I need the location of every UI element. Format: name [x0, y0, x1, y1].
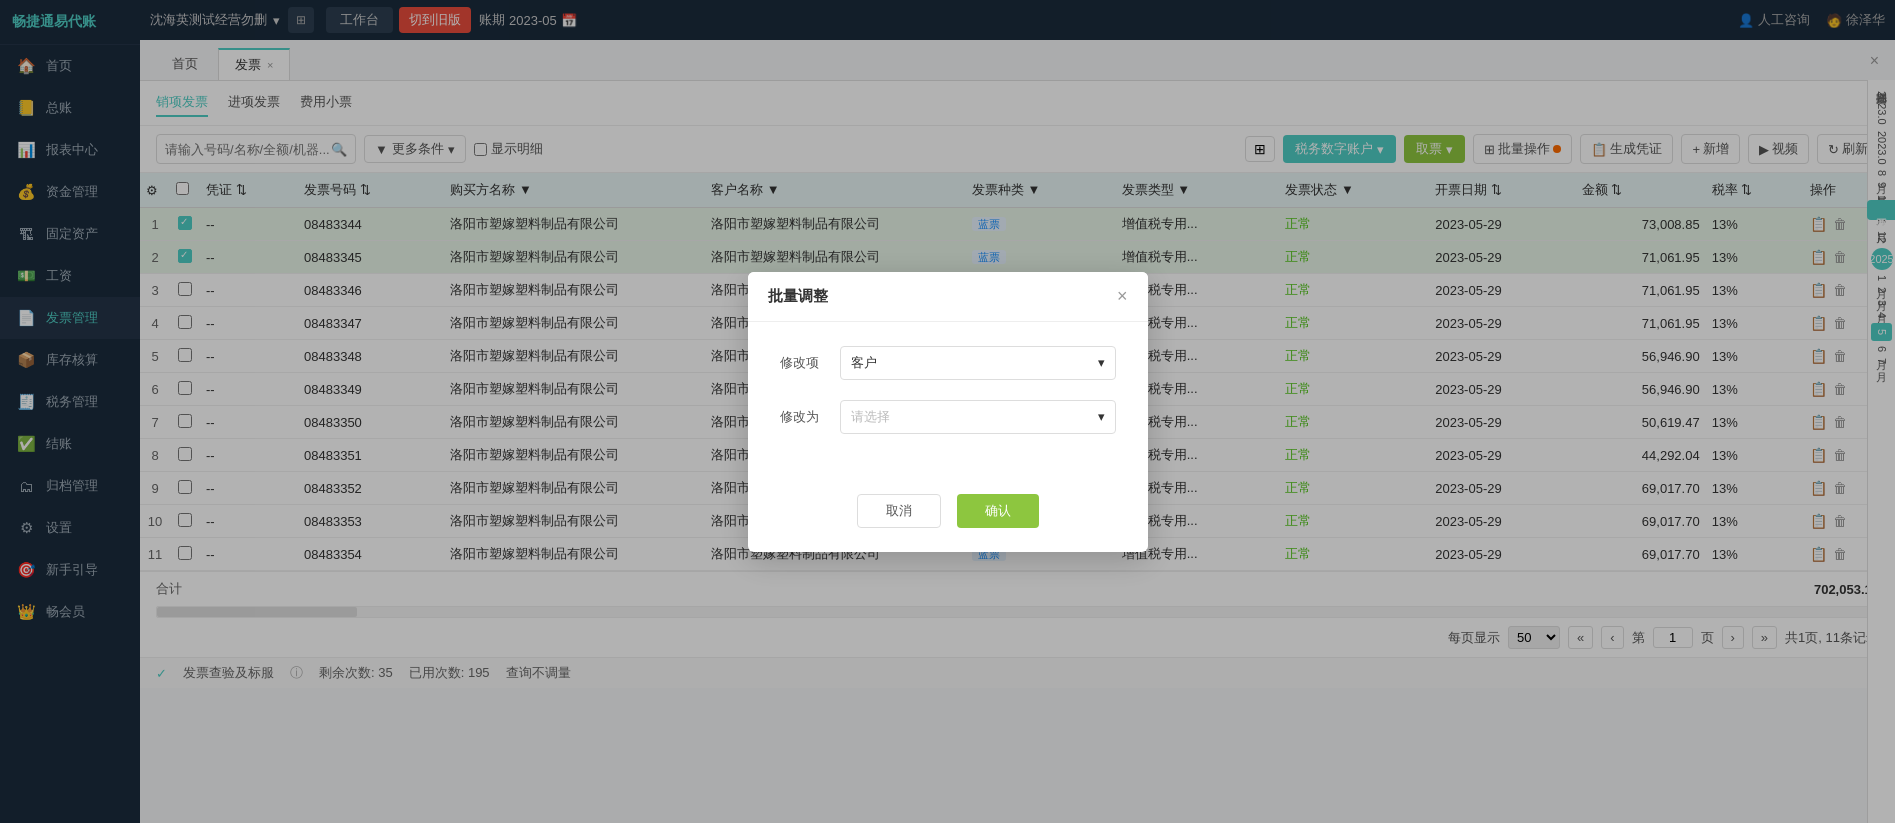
modal-title: 批量调整 — [768, 287, 828, 306]
modal-close-btn[interactable]: × — [1117, 286, 1128, 307]
modal-header: 批量调整 × — [748, 272, 1148, 322]
modify-field-dropdown-icon: ▾ — [1098, 355, 1105, 370]
modal-confirm-btn[interactable]: 确认 — [957, 494, 1039, 528]
modify-field-select[interactable]: 客户 ▾ — [840, 346, 1116, 380]
modify-field-label: 修改项 — [780, 354, 840, 372]
modal-modify-to-field: 修改为 请选择 ▾ — [780, 400, 1116, 434]
modify-to-placeholder: 请选择 — [851, 408, 890, 426]
modal-modify-field: 修改项 客户 ▾ — [780, 346, 1116, 380]
modify-to-dropdown-icon: ▾ — [1098, 409, 1105, 424]
modal-body: 修改项 客户 ▾ 修改为 请选择 ▾ — [748, 322, 1148, 478]
modal-overlay: 批量调整 × 修改项 客户 ▾ 修改为 请选择 ▾ 取消 确认 — [0, 0, 1895, 823]
modify-field-value: 客户 — [851, 354, 877, 372]
modal-cancel-btn[interactable]: 取消 — [857, 494, 941, 528]
modal-footer: 取消 确认 — [748, 478, 1148, 552]
modify-to-select[interactable]: 请选择 ▾ — [840, 400, 1116, 434]
modify-to-label: 修改为 — [780, 408, 840, 426]
batch-adjust-modal: 批量调整 × 修改项 客户 ▾ 修改为 请选择 ▾ 取消 确认 — [748, 272, 1148, 552]
